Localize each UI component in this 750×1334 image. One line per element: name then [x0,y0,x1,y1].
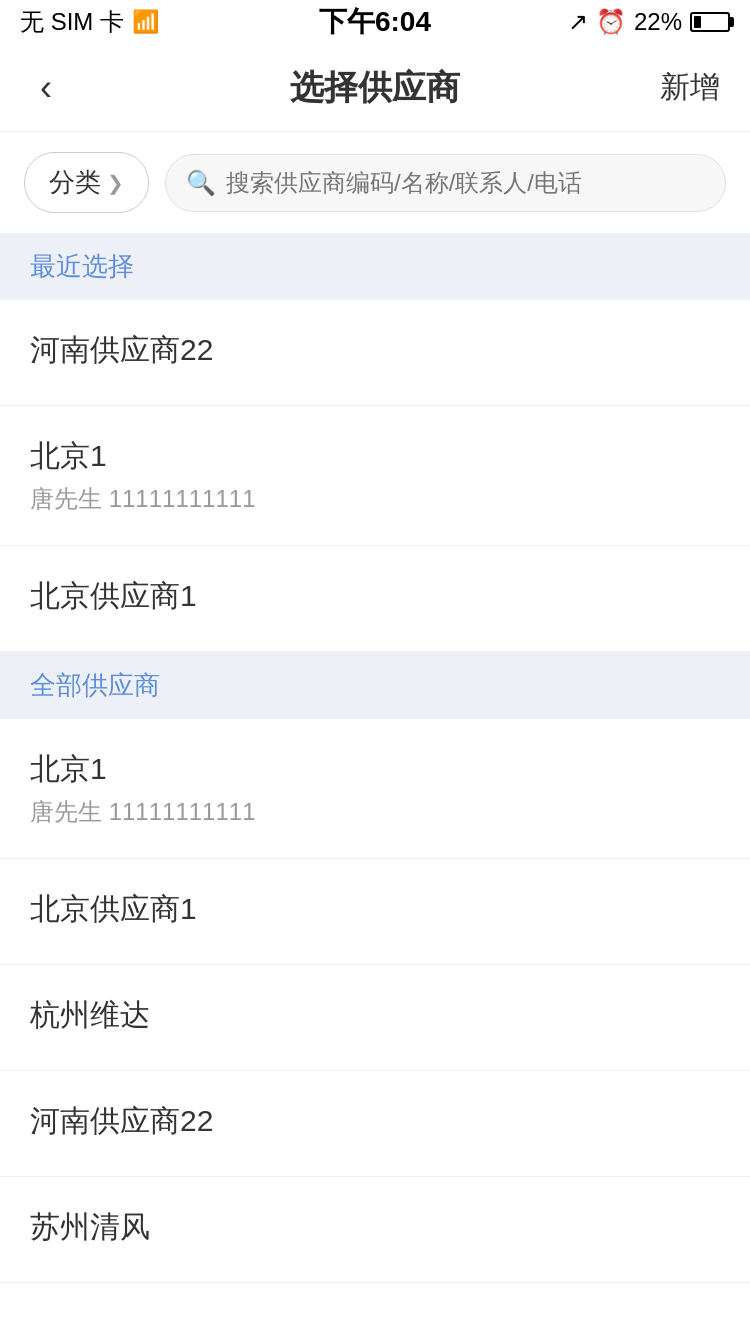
location-icon: ↗ [568,8,588,36]
battery-indicator [690,12,730,32]
status-right: ↗ ⏰ 22% [568,8,730,36]
item-name: 北京1 [30,749,720,790]
all-section-header: 全部供应商 [0,652,750,719]
item-name: 杭州维达 [30,995,720,1036]
list-item[interactable]: 北京1 唐先生 11111111111 [0,719,750,859]
wifi-icon: 📶 [132,9,159,35]
status-time: 下午6:04 [319,3,431,41]
page-title: 选择供应商 [290,65,460,111]
item-name: 北京供应商1 [30,889,720,930]
recent-list: 河南供应商22 北京1 唐先生 11111111111 北京供应商1 [0,300,750,652]
recent-section-header: 最近选择 [0,233,750,300]
all-list: 北京1 唐先生 11111111111 北京供应商1 杭州维达河南供应商22 苏州清风 [0,719,750,1283]
status-left: 无 SIM 卡 📶 [20,6,159,38]
search-input[interactable] [226,169,705,197]
item-name: 北京1 [30,436,720,477]
battery-box [690,12,730,32]
no-sim-text: 无 SIM 卡 [20,6,124,38]
search-icon: 🔍 [186,169,216,197]
item-sub: 唐先生 11111111111 [30,796,720,828]
list-item[interactable]: 河南供应商22 [0,1071,750,1177]
list-item[interactable]: 北京供应商1 [0,546,750,652]
back-button[interactable]: ‹ [30,57,62,119]
item-name: 河南供应商22 [30,330,720,371]
add-button[interactable]: 新增 [660,67,720,108]
battery-fill [694,16,701,28]
chevron-right-icon: ❯ [107,171,124,195]
filter-bar: 分类 ❯ 🔍 [0,132,750,233]
item-name: 北京供应商1 [30,576,720,617]
list-item[interactable]: 河南供应商22 [0,300,750,406]
list-item[interactable]: 北京供应商1 [0,859,750,965]
category-label: 分类 [49,165,101,200]
item-name: 苏州清风 [30,1207,720,1248]
search-box[interactable]: 🔍 [165,154,726,212]
item-name: 河南供应商22 [30,1101,720,1142]
battery-percent: 22% [634,8,682,36]
nav-bar: ‹ 选择供应商 新增 [0,44,750,132]
list-item[interactable]: 苏州清风 [0,1177,750,1283]
status-bar: 无 SIM 卡 📶 下午6:04 ↗ ⏰ 22% [0,0,750,44]
list-item[interactable]: 北京1 唐先生 11111111111 [0,406,750,546]
list-item[interactable]: 杭州维达 [0,965,750,1071]
item-sub: 唐先生 11111111111 [30,483,720,515]
category-button[interactable]: 分类 ❯ [24,152,149,213]
alarm-icon: ⏰ [596,8,626,36]
recent-section-label: 最近选择 [30,251,134,281]
all-section-label: 全部供应商 [30,670,160,700]
